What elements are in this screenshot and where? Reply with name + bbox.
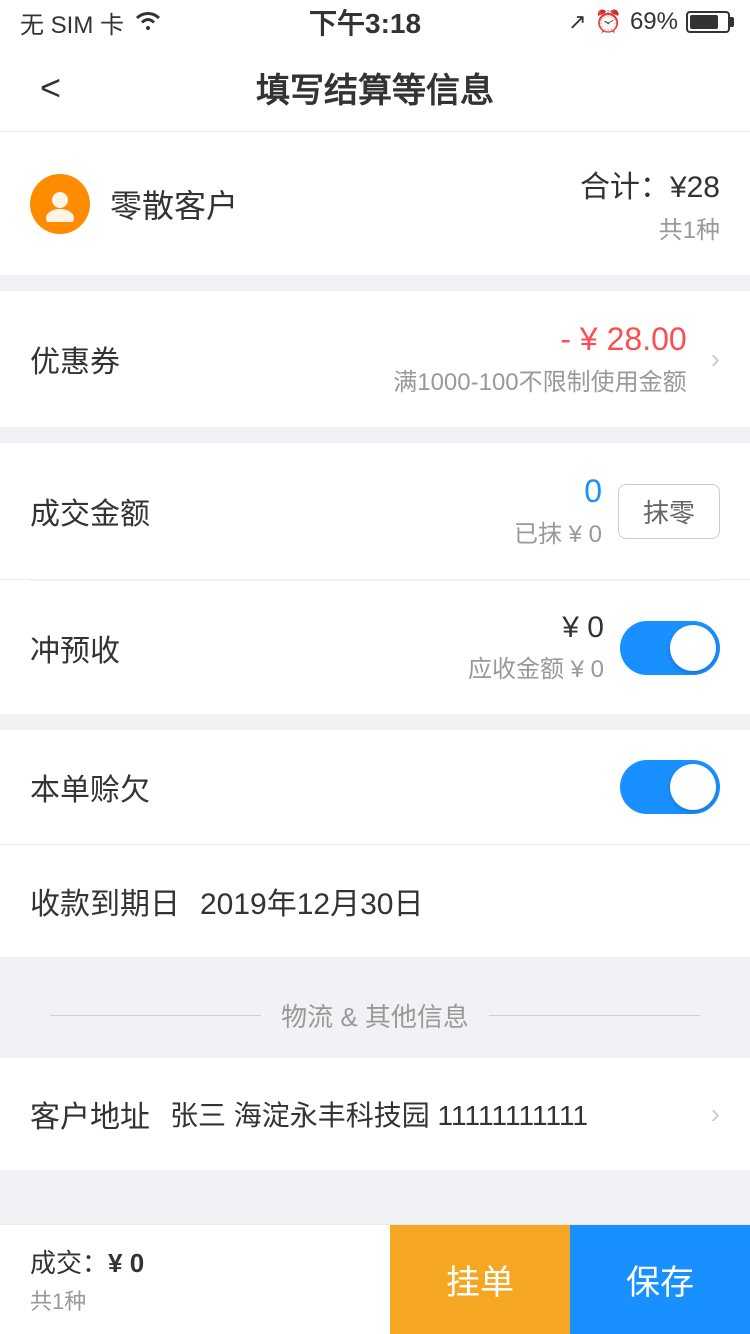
transaction-label: 成交金额 — [30, 489, 150, 533]
due-date-row: 收款到期日 2019年12月30日 — [0, 845, 750, 957]
bottom-count: 共1种 — [30, 1284, 360, 1316]
bottom-info: 成交：¥ 0 共1种 — [0, 1243, 390, 1316]
due-date-value: 2019年12月30日 — [200, 879, 423, 923]
status-time: 下午3:18 — [309, 2, 421, 42]
coupon-label: 优惠券 — [30, 337, 120, 381]
deal-label: 成交： — [30, 1248, 108, 1278]
page-title: 填写结算等信息 — [256, 63, 494, 112]
logistics-label: 物流 & 其他信息 — [281, 997, 469, 1034]
address-section: 客户地址 张三 海淀永丰科技园 11111111111 › — [0, 1058, 750, 1170]
carrier-label: 无 SIM 卡 — [20, 5, 124, 40]
prepay-row: 冲预收 ¥ 0 应收金额 ¥ 0 — [0, 581, 750, 714]
round-off-button[interactable]: 抹零 — [618, 484, 720, 539]
prepay-label: 冲预收 — [30, 626, 120, 670]
status-left: 无 SIM 卡 — [20, 5, 162, 40]
address-value: 张三 海淀永丰科技园 11111111111 — [170, 1094, 703, 1134]
credit-section: 本单赊欠 收款到期日 2019年12月30日 — [0, 730, 750, 957]
total-value: ¥28 — [670, 171, 720, 204]
credit-label: 本单赊欠 — [30, 765, 150, 809]
total-label: 合计： — [580, 171, 670, 204]
coupon-section: 优惠券 - ¥ 28.00 满1000-100不限制使用金额 › — [0, 291, 750, 427]
credit-toggle-knob — [670, 764, 716, 810]
customer-name: 零散客户 — [110, 181, 238, 227]
credit-row: 本单赊欠 — [0, 730, 750, 845]
transaction-row: 成交金额 0 已抹 ¥ 0 抹零 — [0, 443, 750, 580]
wifi-icon — [134, 8, 162, 37]
save-button[interactable]: 保存 — [570, 1225, 750, 1334]
prepay-value: ¥ 0 — [468, 611, 604, 645]
hang-button[interactable]: 挂单 — [390, 1225, 570, 1334]
coupon-right: - ¥ 28.00 满1000-100不限制使用金额 › — [393, 321, 720, 397]
transaction-right: 0 已抹 ¥ 0 抹零 — [514, 473, 720, 549]
logistics-header: 物流 & 其他信息 — [0, 973, 750, 1058]
customer-total-area: 合计：¥28 共1种 — [580, 162, 720, 245]
customer-total: 合计：¥28 — [580, 162, 720, 206]
status-right: ↗ ⏰ 69% — [568, 8, 730, 36]
coupon-sub: 满1000-100不限制使用金额 — [393, 362, 686, 397]
battery-label: 69% — [630, 8, 678, 36]
avatar — [30, 174, 90, 234]
coupon-row[interactable]: 优惠券 - ¥ 28.00 满1000-100不限制使用金额 › — [0, 291, 750, 427]
due-date-label: 收款到期日 — [30, 879, 180, 923]
credit-toggle[interactable] — [620, 760, 720, 814]
credit-right — [620, 760, 720, 814]
back-button[interactable]: < — [30, 57, 71, 119]
prepay-right: ¥ 0 应收金额 ¥ 0 — [468, 611, 720, 684]
deal-amount: ¥ 0 — [108, 1248, 144, 1278]
location-icon: ↗ — [568, 9, 586, 35]
customer-row: 零散客户 合计：¥28 共1种 — [0, 132, 750, 275]
address-label: 客户地址 — [30, 1092, 150, 1136]
bottom-bar: 成交：¥ 0 共1种 挂单 保存 — [0, 1224, 750, 1334]
transaction-section: 成交金额 0 已抹 ¥ 0 抹零 冲预收 ¥ 0 应收金额 ¥ 0 — [0, 443, 750, 714]
toggle-knob — [670, 625, 716, 671]
coupon-discount: - ¥ 28.00 — [393, 321, 686, 358]
chevron-right-icon: › — [711, 343, 720, 375]
transaction-sub: 已抹 ¥ 0 — [514, 514, 602, 549]
transaction-value: 0 — [514, 473, 602, 510]
address-chevron-icon: › — [711, 1098, 720, 1130]
customer-count: 共1种 — [580, 210, 720, 245]
alarm-icon: ⏰ — [595, 9, 622, 35]
customer-info: 零散客户 — [30, 174, 238, 234]
nav-bar: < 填写结算等信息 — [0, 44, 750, 132]
prepay-sub: 应收金额 ¥ 0 — [468, 649, 604, 684]
content-area: 零散客户 合计：¥28 共1种 优惠券 - ¥ 28.00 满1000-100不… — [0, 132, 750, 1306]
status-bar: 无 SIM 卡 下午3:18 ↗ ⏰ 69% — [0, 0, 750, 44]
bottom-deal-text: 成交：¥ 0 — [30, 1243, 360, 1280]
prepay-toggle[interactable] — [620, 621, 720, 675]
address-row[interactable]: 客户地址 张三 海淀永丰科技园 11111111111 › — [0, 1058, 750, 1170]
battery-icon — [686, 11, 730, 33]
